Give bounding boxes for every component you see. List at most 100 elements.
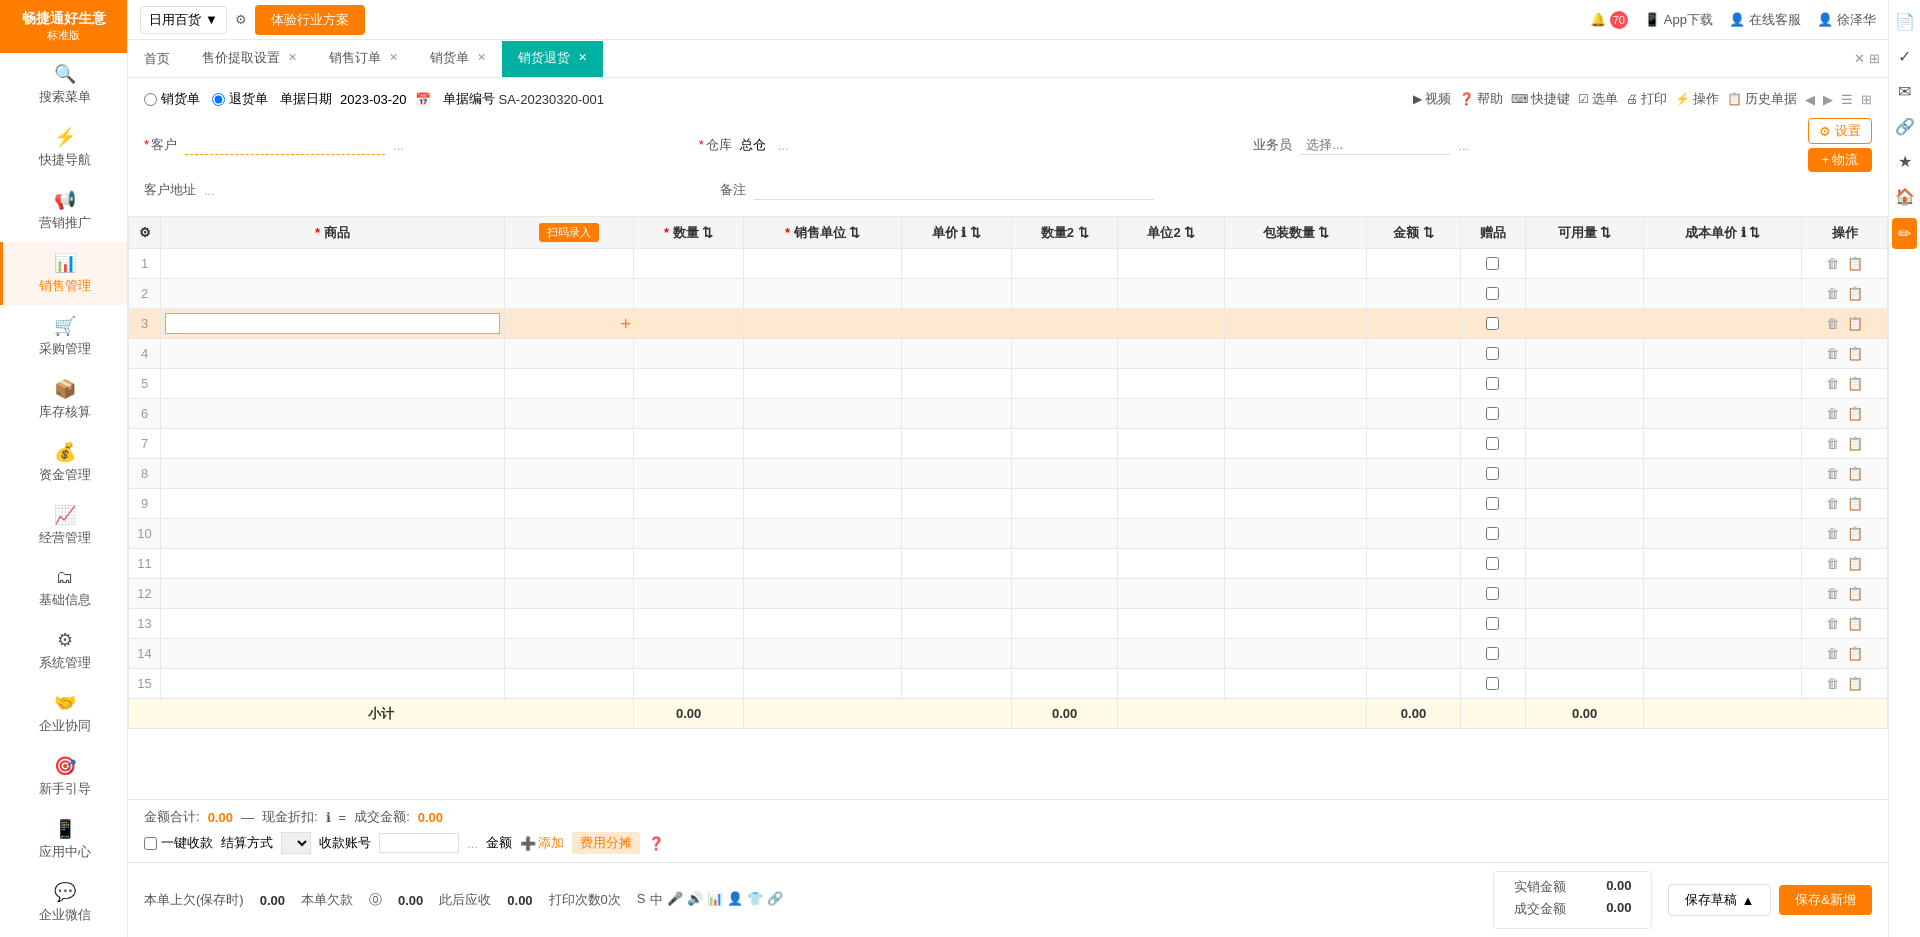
logistics-button[interactable]: + 物流 xyxy=(1808,148,1872,172)
right-panel-home-icon[interactable]: 🏠 xyxy=(1891,183,1919,210)
quantity-cell[interactable] xyxy=(634,669,744,699)
one-click-payment[interactable]: 一键收款 xyxy=(144,834,213,852)
copy-row-icon[interactable]: 📋 xyxy=(1847,346,1863,361)
copy-row-icon[interactable]: 📋 xyxy=(1847,286,1863,301)
unit2-cell[interactable] xyxy=(1118,369,1225,399)
icon-s[interactable]: S xyxy=(637,891,646,909)
unit-price-cell[interactable] xyxy=(902,459,1011,489)
sidebar-item-sales[interactable]: 📊 销售管理 xyxy=(0,242,127,305)
unit2-cell[interactable] xyxy=(1118,309,1225,339)
available-cell[interactable] xyxy=(1526,519,1644,549)
quantity2-cell[interactable] xyxy=(1011,489,1118,519)
right-panel-mail-icon[interactable]: ✉ xyxy=(1894,78,1915,105)
amount-cell[interactable] xyxy=(1367,519,1460,549)
quantity2-cell[interactable] xyxy=(1011,309,1118,339)
pack-qty-cell[interactable] xyxy=(1225,669,1367,699)
col-settings[interactable]: ⚙ xyxy=(129,217,161,249)
sales-unit-cell[interactable] xyxy=(743,489,901,519)
sidebar-item-enterprise[interactable]: 🤝 企业协同 xyxy=(0,682,127,745)
right-panel-edit-icon[interactable]: ✏ xyxy=(1892,218,1917,249)
tab-price-setting[interactable]: 售价提取设置 ✕ xyxy=(186,41,313,77)
quantity2-cell[interactable] xyxy=(1011,249,1118,279)
delete-row-icon[interactable]: 🗑 xyxy=(1826,616,1839,631)
cost-price-cell[interactable] xyxy=(1643,279,1801,309)
gift-checkbox[interactable] xyxy=(1486,677,1499,690)
operate-btn[interactable]: ⚡ 操作 xyxy=(1675,90,1719,108)
online-service-item[interactable]: 👤 在线客服 xyxy=(1729,11,1801,29)
unit2-cell[interactable] xyxy=(1118,579,1225,609)
cost-price-cell[interactable] xyxy=(1643,249,1801,279)
unit-price-cell[interactable] xyxy=(902,429,1011,459)
pack-qty-cell[interactable] xyxy=(1225,639,1367,669)
gift-checkbox[interactable] xyxy=(1486,467,1499,480)
unit2-cell[interactable] xyxy=(1118,639,1225,669)
icon-person[interactable]: 👤 xyxy=(727,891,743,909)
product-cell[interactable] xyxy=(161,369,505,399)
tab-sales-order-close[interactable]: ✕ xyxy=(389,51,398,64)
print-btn[interactable]: 🖨 打印 xyxy=(1626,90,1667,108)
unit-price-cell[interactable] xyxy=(902,369,1011,399)
product-cell[interactable] xyxy=(161,609,505,639)
available-cell[interactable] xyxy=(1526,369,1644,399)
quantity-cell[interactable] xyxy=(634,369,744,399)
sidebar-item-system[interactable]: ⚙ 系统管理 xyxy=(0,619,127,682)
salesperson-input[interactable] xyxy=(1300,135,1450,155)
gift-cell[interactable] xyxy=(1460,279,1526,309)
cost-price-cell[interactable] xyxy=(1643,489,1801,519)
sidebar-item-operations[interactable]: 📈 经营管理 xyxy=(0,494,127,557)
shortcut-key-btn[interactable]: ⌨ 快捷键 xyxy=(1511,90,1570,108)
gift-checkbox[interactable] xyxy=(1486,647,1499,660)
unit-price-cell[interactable] xyxy=(902,549,1011,579)
quantity-cell[interactable] xyxy=(634,429,744,459)
gear-icon[interactable]: ⚙ xyxy=(235,12,247,27)
sidebar-item-marketing[interactable]: 📢 营销推广 xyxy=(0,179,127,242)
scan-button[interactable]: 扫码录入 xyxy=(539,223,599,242)
sidebar-item-apps[interactable]: 📱 应用中心 xyxy=(0,808,127,871)
tab-price-setting-close[interactable]: ✕ xyxy=(288,51,297,64)
available-cell[interactable] xyxy=(1526,489,1644,519)
gift-cell[interactable] xyxy=(1460,579,1526,609)
available-cell[interactable] xyxy=(1526,579,1644,609)
tab-sales-order[interactable]: 销售订单 ✕ xyxy=(313,41,414,77)
sort-icon5[interactable]: ⇅ xyxy=(1184,225,1195,240)
cost-price-cell[interactable] xyxy=(1643,459,1801,489)
tab-sales-delivery[interactable]: 销货单 ✕ xyxy=(414,41,502,77)
unit2-cell[interactable] xyxy=(1118,609,1225,639)
sort-icon2[interactable]: ⇅ xyxy=(849,225,860,240)
col-scan[interactable]: 扫码录入 xyxy=(504,217,634,249)
copy-row-icon[interactable]: 📋 xyxy=(1847,646,1863,661)
quantity2-cell[interactable] xyxy=(1011,669,1118,699)
tab-home[interactable]: 首页 xyxy=(128,42,186,76)
delete-row-icon[interactable]: 🗑 xyxy=(1826,676,1839,691)
delete-row-icon[interactable]: 🗑 xyxy=(1826,286,1839,301)
account-input[interactable] xyxy=(379,833,459,853)
sales-unit-cell[interactable] xyxy=(743,309,901,339)
gift-cell[interactable] xyxy=(1460,489,1526,519)
sort-icon4[interactable]: ⇅ xyxy=(1078,225,1089,240)
available-cell[interactable] xyxy=(1526,249,1644,279)
quantity2-cell[interactable] xyxy=(1011,279,1118,309)
pack-qty-cell[interactable] xyxy=(1225,249,1367,279)
sales-unit-cell[interactable] xyxy=(743,549,901,579)
product-input[interactable] xyxy=(165,313,500,334)
amount-cell[interactable] xyxy=(1367,489,1460,519)
copy-row-icon[interactable]: 📋 xyxy=(1847,556,1863,571)
gift-checkbox[interactable] xyxy=(1486,587,1499,600)
copy-row-icon[interactable]: 📋 xyxy=(1847,376,1863,391)
product-cell[interactable] xyxy=(161,669,505,699)
cost-price-cell[interactable] xyxy=(1643,369,1801,399)
list-view-icon[interactable]: ☰ xyxy=(1841,92,1853,107)
settings-button[interactable]: ⚙ 设置 xyxy=(1808,118,1872,144)
unit2-cell[interactable] xyxy=(1118,339,1225,369)
gift-checkbox[interactable] xyxy=(1486,437,1499,450)
amount-cell[interactable] xyxy=(1367,249,1460,279)
amount-cell[interactable] xyxy=(1367,579,1460,609)
amount-cell[interactable] xyxy=(1367,669,1460,699)
quantity2-cell[interactable] xyxy=(1011,549,1118,579)
cost-price-cell[interactable] xyxy=(1643,519,1801,549)
quantity2-cell[interactable] xyxy=(1011,579,1118,609)
icon-share[interactable]: 🔗 xyxy=(767,891,783,909)
cost-price-cell[interactable] xyxy=(1643,399,1801,429)
delete-row-icon[interactable]: 🗑 xyxy=(1826,466,1839,481)
delete-row-icon[interactable]: 🗑 xyxy=(1826,646,1839,661)
